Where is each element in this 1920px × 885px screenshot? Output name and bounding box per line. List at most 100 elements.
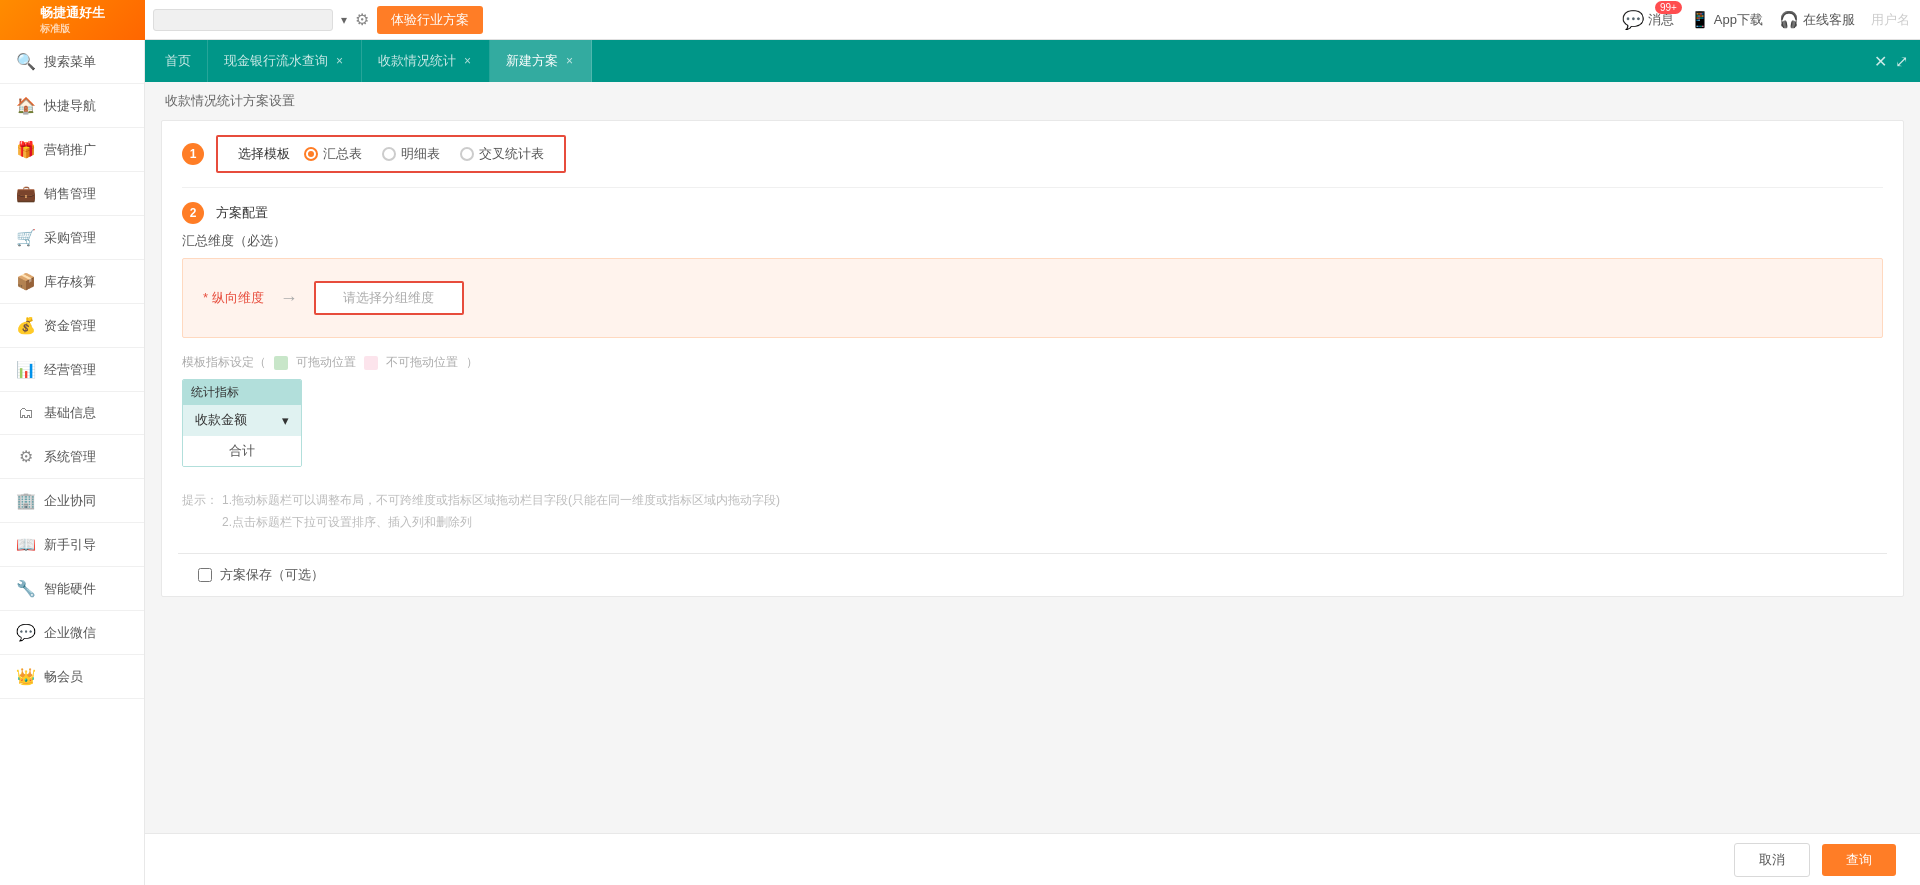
tip-line-1: 提示： 1.拖动标题栏可以调整布局，不可跨维度或指标区域拖动栏目字段(只能在同一…: [182, 490, 1883, 512]
radio-cross-circle: [460, 147, 474, 161]
draggable-indicator-dot: [274, 356, 288, 370]
sidebar-item-sales[interactable]: 💼 销售管理: [0, 172, 144, 216]
sidebar-item-guide[interactable]: 📖 新手引导: [0, 523, 144, 567]
logo-text: 畅捷通好生: [40, 4, 105, 22]
sidebar-item-label: 企业微信: [44, 624, 96, 642]
tab-collection-stat-close[interactable]: ×: [462, 54, 473, 68]
sidebar-item-member[interactable]: 👑 畅会员: [0, 655, 144, 699]
dimension-area: 纵向维度 → 请选择分组维度: [182, 258, 1883, 338]
main-layout: 🔍 搜索菜单 🏠 快捷导航 🎁 营销推广 💼 销售管理 🛒 采购管理 📦 库存核…: [0, 40, 1920, 885]
section2-header: 2 方案配置: [162, 188, 1903, 232]
sidebar-item-operations[interactable]: 📊 经营管理: [0, 348, 144, 392]
sidebar-item-smart-hw[interactable]: 🔧 智能硬件: [0, 567, 144, 611]
close-window-btn[interactable]: ✕: [1874, 52, 1887, 71]
stat-table-header: 统计指标: [183, 380, 301, 405]
save-checkbox[interactable]: [198, 568, 212, 582]
sidebar-item-label: 基础信息: [44, 404, 96, 422]
sidebar-item-enterprise[interactable]: 🏢 企业协同: [0, 479, 144, 523]
sidebar-item-basic-info[interactable]: 🗂 基础信息: [0, 392, 144, 435]
sidebar-item-label: 企业协同: [44, 492, 96, 510]
tab-bar: 首页 现金银行流水查询 × 收款情况统计 × 新建方案 × ✕ ⤢: [145, 40, 1920, 82]
download-label: App下载: [1714, 11, 1763, 29]
quick-nav-icon: 🏠: [16, 96, 36, 115]
radio-detail[interactable]: 明细表: [382, 145, 440, 163]
marketing-icon: 🎁: [16, 140, 36, 159]
logo-edition: 标准版: [40, 22, 105, 36]
save-area: 方案保存（可选）: [178, 553, 1887, 596]
tip-label: 提示：: [182, 490, 218, 512]
sidebar-item-quick-nav[interactable]: 🏠 快捷导航: [0, 84, 144, 128]
sidebar-item-label: 畅会员: [44, 668, 83, 686]
sidebar-item-finance[interactable]: 💰 资金管理: [0, 304, 144, 348]
section2-title: 方案配置: [216, 204, 268, 222]
gear-icon[interactable]: ⚙: [355, 10, 369, 29]
tab-bar-right: ✕ ⤢: [1874, 52, 1916, 71]
stat-dropdown-icon: ▾: [282, 413, 289, 428]
dropdown-arrow[interactable]: ▾: [341, 13, 347, 27]
purchase-icon: 🛒: [16, 228, 36, 247]
sidebar-item-purchase[interactable]: 🛒 采购管理: [0, 216, 144, 260]
sidebar-item-label: 搜索菜单: [44, 53, 96, 71]
industry-btn[interactable]: 体验行业方案: [377, 6, 483, 34]
download-btn[interactable]: 📱 App下载: [1690, 10, 1763, 29]
sidebar: 🔍 搜索菜单 🏠 快捷导航 🎁 营销推广 💼 销售管理 🛒 采购管理 📦 库存核…: [0, 40, 145, 885]
hint-fixed-label: 不可拖动位置: [386, 354, 458, 371]
sidebar-item-marketing[interactable]: 🎁 营销推广: [0, 128, 144, 172]
page-content: 收款情况统计方案设置 1 选择模板 汇总表: [145, 82, 1920, 833]
breadcrumb: 收款情况统计方案设置: [145, 82, 1920, 120]
smart-hw-icon: 🔧: [16, 579, 36, 598]
template-select-box: 选择模板 汇总表 明细表: [216, 135, 566, 173]
stat-table-title[interactable]: 收款金额 ▾: [183, 405, 301, 435]
radio-cross-label: 交叉统计表: [479, 145, 544, 163]
radio-summary[interactable]: 汇总表: [304, 145, 362, 163]
template-label: 选择模板: [238, 145, 290, 163]
dimension-row: 纵向维度 → 请选择分组维度: [203, 281, 464, 315]
sidebar-item-system[interactable]: ⚙ 系统管理: [0, 435, 144, 479]
search-menu-icon: 🔍: [16, 52, 36, 71]
maximize-btn[interactable]: ⤢: [1895, 52, 1908, 71]
service-btn[interactable]: 🎧 在线客服: [1779, 10, 1855, 29]
sidebar-item-wechat[interactable]: 💬 企业微信: [0, 611, 144, 655]
sidebar-item-inventory[interactable]: 📦 库存核算: [0, 260, 144, 304]
tab-collection-stat-label: 收款情况统计: [378, 52, 456, 70]
sidebar-item-label: 系统管理: [44, 448, 96, 466]
tab-bank-flow-close[interactable]: ×: [334, 54, 345, 68]
radio-group-template: 汇总表 明细表 交叉统计表: [304, 145, 544, 163]
guide-icon: 📖: [16, 535, 36, 554]
operations-icon: 📊: [16, 360, 36, 379]
section1-number: 1: [182, 143, 204, 165]
tab-home[interactable]: 首页: [149, 40, 208, 82]
sidebar-item-search-menu[interactable]: 🔍 搜索菜单: [0, 40, 144, 84]
sidebar-item-label: 快捷导航: [44, 97, 96, 115]
inventory-icon: 📦: [16, 272, 36, 291]
search-input[interactable]: [153, 9, 333, 31]
hint-draggable-label: 可拖动位置: [296, 354, 356, 371]
stat-table-cell: 合计: [183, 435, 301, 466]
stat-title-label: 收款金额: [195, 411, 247, 429]
section2-number: 2: [182, 202, 204, 224]
tab-new-plan-label: 新建方案: [506, 52, 558, 70]
dim-selector[interactable]: 请选择分组维度: [314, 281, 464, 315]
cancel-button[interactable]: 取消: [1734, 843, 1810, 877]
sales-icon: 💼: [16, 184, 36, 203]
tips-section: 提示： 1.拖动标题栏可以调整布局，不可跨维度或指标区域拖动栏目字段(只能在同一…: [182, 490, 1883, 533]
tip-line-1-text: 1.拖动标题栏可以调整布局，不可跨维度或指标区域拖动栏目字段(只能在同一维度或指…: [222, 490, 780, 512]
messages-btn[interactable]: 💬 消息 99+: [1622, 9, 1674, 31]
tab-new-plan-close[interactable]: ×: [564, 54, 575, 68]
tab-collection-stat[interactable]: 收款情况统计 ×: [362, 40, 490, 82]
fixed-indicator-dot: [364, 356, 378, 370]
sidebar-item-label: 新手引导: [44, 536, 96, 554]
member-icon: 👑: [16, 667, 36, 686]
basic-info-icon: 🗂: [16, 404, 36, 422]
service-label: 在线客服: [1803, 11, 1855, 29]
tip-line-2: 提示： 2.点击标题栏下拉可设置排序、插入列和删除列: [182, 512, 1883, 534]
query-button[interactable]: 查询: [1822, 844, 1896, 876]
tab-bank-flow[interactable]: 现金银行流水查询 ×: [208, 40, 362, 82]
dimension-label: 汇总维度（必选）: [162, 232, 1903, 250]
indicator-label: 模板指标设定（: [182, 354, 266, 371]
system-icon: ⚙: [16, 447, 36, 466]
form-card: 1 选择模板 汇总表 明细表: [161, 120, 1904, 597]
radio-cross[interactable]: 交叉统计表: [460, 145, 544, 163]
tab-new-plan[interactable]: 新建方案 ×: [490, 40, 592, 82]
enterprise-icon: 🏢: [16, 491, 36, 510]
